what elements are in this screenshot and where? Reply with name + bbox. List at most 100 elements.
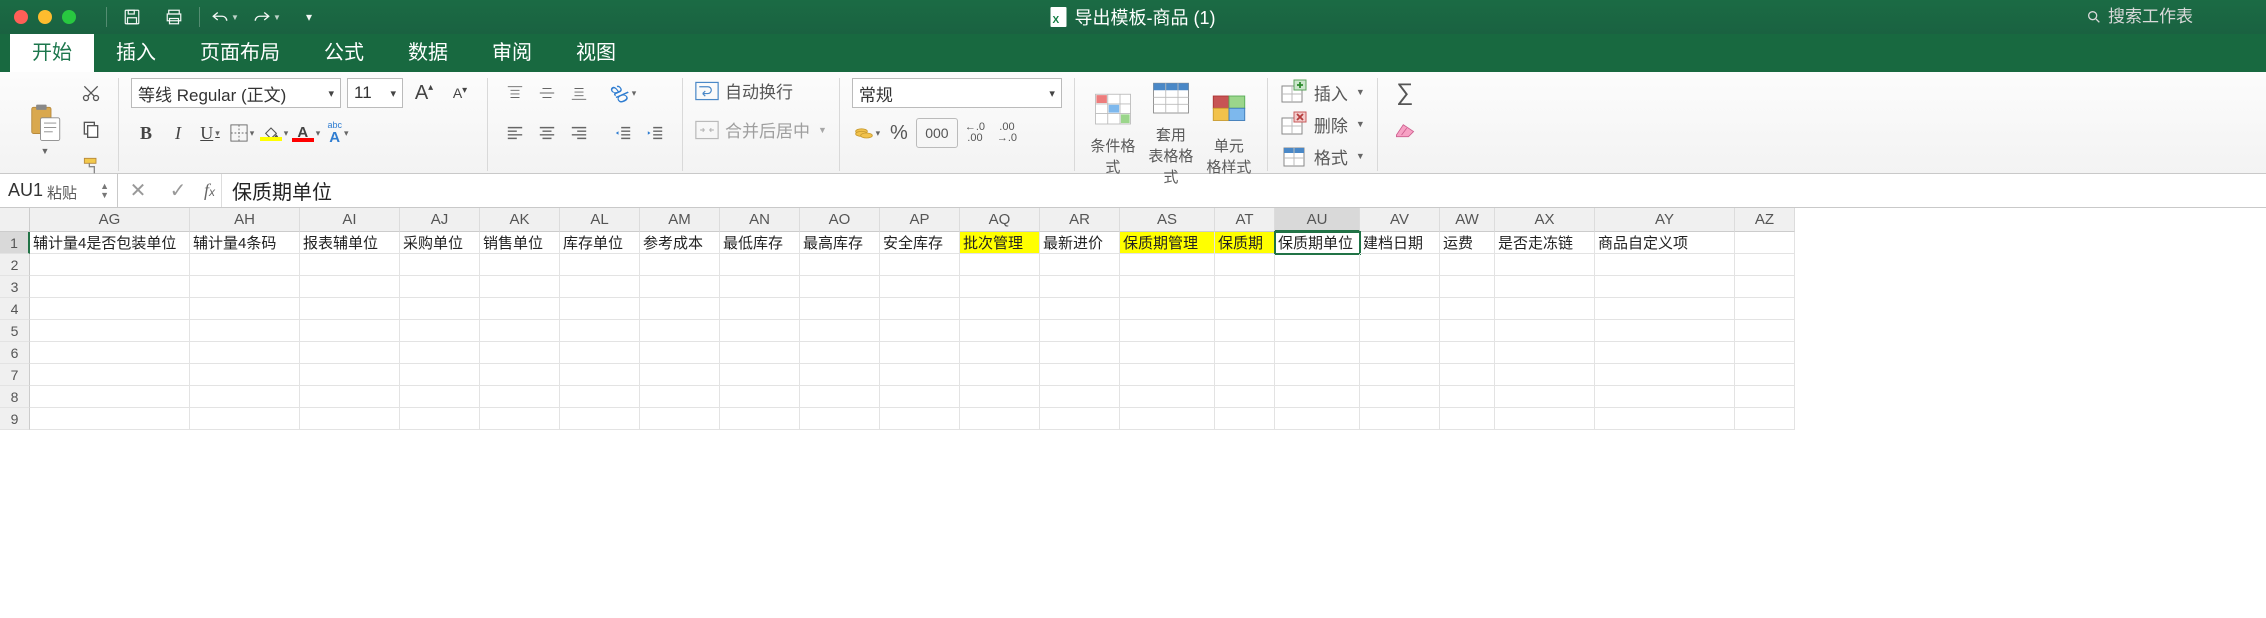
- cell-AU5[interactable]: [1275, 320, 1360, 342]
- percent-button[interactable]: %: [884, 118, 914, 148]
- print-button[interactable]: [157, 4, 191, 30]
- cell-AY4[interactable]: [1595, 298, 1735, 320]
- cell-AT9[interactable]: [1215, 408, 1275, 430]
- column-header-AN[interactable]: AN: [720, 208, 800, 232]
- format-cells-button[interactable]: 格式▼: [1280, 142, 1365, 170]
- formula-input[interactable]: 保质期单位: [221, 174, 2266, 207]
- search-input[interactable]: [2108, 7, 2248, 27]
- tab-view[interactable]: 视图: [554, 29, 638, 72]
- cell-AI1[interactable]: 报表辅单位: [300, 232, 400, 254]
- cell-AT6[interactable]: [1215, 342, 1275, 364]
- cell-AH6[interactable]: [190, 342, 300, 364]
- comma-button[interactable]: 000: [916, 118, 958, 148]
- underline-button[interactable]: U▾: [195, 118, 225, 148]
- row-header-7[interactable]: 7: [0, 364, 30, 386]
- cell-AZ8[interactable]: [1735, 386, 1795, 408]
- cell-AH4[interactable]: [190, 298, 300, 320]
- cell-AG2[interactable]: [30, 254, 190, 276]
- cell-AX4[interactable]: [1495, 298, 1595, 320]
- align-center-button[interactable]: [532, 118, 562, 148]
- row-header-1[interactable]: 1: [0, 232, 30, 254]
- cell-AW9[interactable]: [1440, 408, 1495, 430]
- cell-AH7[interactable]: [190, 364, 300, 386]
- cell-AM2[interactable]: [640, 254, 720, 276]
- cell-AV9[interactable]: [1360, 408, 1440, 430]
- cell-AH8[interactable]: [190, 386, 300, 408]
- column-header-AR[interactable]: AR: [1040, 208, 1120, 232]
- cell-AK2[interactable]: [480, 254, 560, 276]
- save-button[interactable]: [115, 4, 149, 30]
- number-format-combo[interactable]: 常规▾: [852, 78, 1062, 108]
- cell-AV6[interactable]: [1360, 342, 1440, 364]
- conditional-format-button[interactable]: 条件格式: [1087, 89, 1139, 177]
- decrease-font-button[interactable]: A▾: [445, 78, 475, 108]
- cell-AY9[interactable]: [1595, 408, 1735, 430]
- cell-AL6[interactable]: [560, 342, 640, 364]
- cell-AM4[interactable]: [640, 298, 720, 320]
- cell-AK5[interactable]: [480, 320, 560, 342]
- column-header-AG[interactable]: AG: [30, 208, 190, 232]
- align-middle-button[interactable]: [532, 78, 562, 108]
- cell-AR8[interactable]: [1040, 386, 1120, 408]
- column-header-AT[interactable]: AT: [1215, 208, 1275, 232]
- cell-AR6[interactable]: [1040, 342, 1120, 364]
- paste-button[interactable]: ▼: [18, 102, 70, 156]
- cell-AP7[interactable]: [880, 364, 960, 386]
- cell-AI6[interactable]: [300, 342, 400, 364]
- cell-AQ6[interactable]: [960, 342, 1040, 364]
- cell-AZ6[interactable]: [1735, 342, 1795, 364]
- cell-AQ4[interactable]: [960, 298, 1040, 320]
- column-header-AV[interactable]: AV: [1360, 208, 1440, 232]
- cell-AS7[interactable]: [1120, 364, 1215, 386]
- cell-AG1[interactable]: 辅计量4是否包装单位: [30, 232, 190, 254]
- redo-button[interactable]: ▼: [250, 4, 284, 30]
- row-header-5[interactable]: 5: [0, 320, 30, 342]
- cell-AN8[interactable]: [720, 386, 800, 408]
- insert-cells-button[interactable]: 插入▼: [1280, 78, 1365, 106]
- cell-AW4[interactable]: [1440, 298, 1495, 320]
- cell-AI8[interactable]: [300, 386, 400, 408]
- name-box[interactable]: AU1 ▲▼: [0, 174, 118, 207]
- column-header-AP[interactable]: AP: [880, 208, 960, 232]
- cell-AK1[interactable]: 销售单位: [480, 232, 560, 254]
- cell-AV4[interactable]: [1360, 298, 1440, 320]
- cell-AY8[interactable]: [1595, 386, 1735, 408]
- bold-button[interactable]: B: [131, 118, 161, 148]
- cell-AN9[interactable]: [720, 408, 800, 430]
- cell-AM9[interactable]: [640, 408, 720, 430]
- column-header-AX[interactable]: AX: [1495, 208, 1595, 232]
- align-bottom-button[interactable]: [564, 78, 594, 108]
- cell-AV1[interactable]: 建档日期: [1360, 232, 1440, 254]
- cell-AM6[interactable]: [640, 342, 720, 364]
- cell-AJ8[interactable]: [400, 386, 480, 408]
- cell-AU1[interactable]: 保质期单位: [1275, 232, 1360, 254]
- cell-AM8[interactable]: [640, 386, 720, 408]
- cell-AJ5[interactable]: [400, 320, 480, 342]
- cell-AJ4[interactable]: [400, 298, 480, 320]
- cell-AK4[interactable]: [480, 298, 560, 320]
- cell-AZ5[interactable]: [1735, 320, 1795, 342]
- cell-AM1[interactable]: 参考成本: [640, 232, 720, 254]
- merge-center-button[interactable]: 合并后居中▼: [695, 117, 827, 142]
- cell-AS9[interactable]: [1120, 408, 1215, 430]
- decrease-indent-button[interactable]: [608, 118, 638, 148]
- tab-data[interactable]: 数据: [386, 29, 470, 72]
- font-size-combo[interactable]: 11▾: [347, 78, 403, 108]
- cell-AZ9[interactable]: [1735, 408, 1795, 430]
- cell-AU7[interactable]: [1275, 364, 1360, 386]
- row-header-9[interactable]: 9: [0, 408, 30, 430]
- cell-AJ7[interactable]: [400, 364, 480, 386]
- column-header-AL[interactable]: AL: [560, 208, 640, 232]
- cell-AN3[interactable]: [720, 276, 800, 298]
- enter-formula-button[interactable]: ✓: [158, 178, 198, 203]
- cell-AT3[interactable]: [1215, 276, 1275, 298]
- align-left-button[interactable]: [500, 118, 530, 148]
- cell-AM3[interactable]: [640, 276, 720, 298]
- cell-AL7[interactable]: [560, 364, 640, 386]
- increase-decimal-button[interactable]: ←.0.00: [960, 118, 990, 148]
- cell-AR3[interactable]: [1040, 276, 1120, 298]
- cell-AX9[interactable]: [1495, 408, 1595, 430]
- cell-AO5[interactable]: [800, 320, 880, 342]
- cell-AY6[interactable]: [1595, 342, 1735, 364]
- cell-AO4[interactable]: [800, 298, 880, 320]
